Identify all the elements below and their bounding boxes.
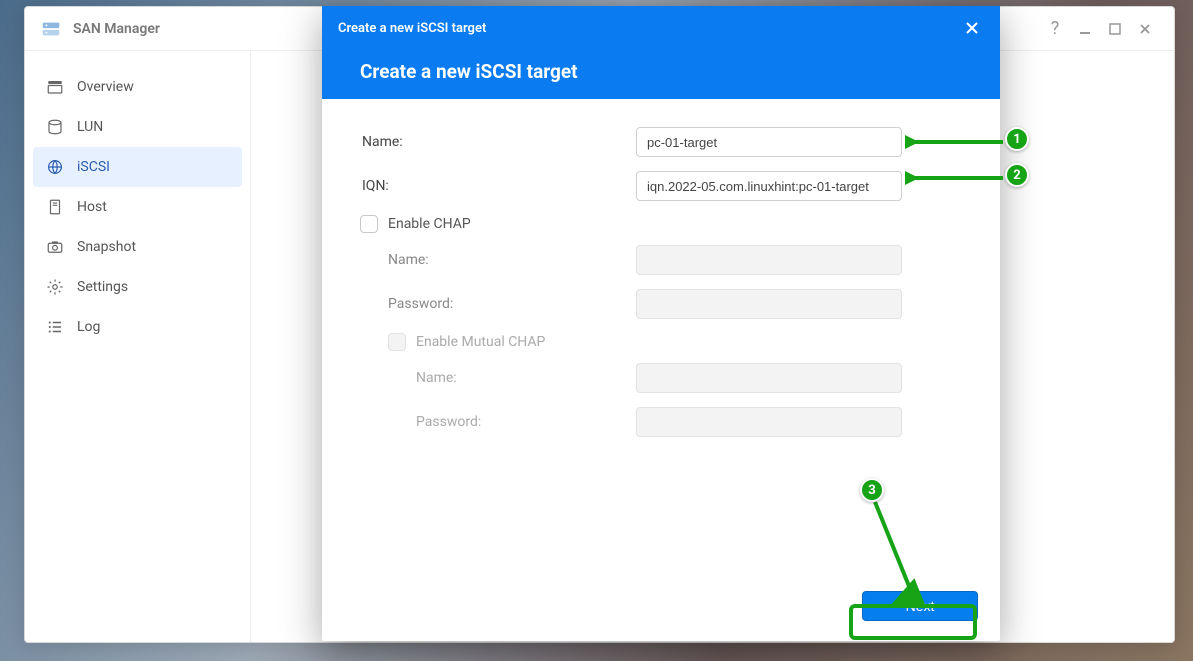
enable-mutual-chap-row: Enable Mutual CHAP xyxy=(360,333,962,351)
enable-mutual-chap-label: Enable Mutual CHAP xyxy=(416,334,545,350)
chap-name-input xyxy=(636,245,902,275)
sidebar-item-settings[interactable]: Settings xyxy=(33,267,242,307)
sidebar-item-log[interactable]: Log xyxy=(33,307,242,347)
sidebar-item-label: Snapshot xyxy=(77,239,136,255)
disk-icon xyxy=(45,117,65,137)
sidebar-item-iscsi[interactable]: iSCSI xyxy=(33,147,242,187)
name-label: Name: xyxy=(360,134,636,150)
enable-chap-checkbox[interactable] xyxy=(360,215,378,233)
sidebar-item-label: Host xyxy=(77,199,107,215)
dialog-small-title: Create a new iSCSI target xyxy=(338,21,486,36)
maximize-button[interactable] xyxy=(1100,14,1130,44)
enable-chap-label: Enable CHAP xyxy=(388,216,471,232)
list-icon xyxy=(45,317,65,337)
sidebar-item-host[interactable]: Host xyxy=(33,187,242,227)
chap-password-input xyxy=(636,289,902,319)
name-input[interactable] xyxy=(636,127,902,157)
overview-icon xyxy=(45,77,65,97)
mutual-password-label: Password: xyxy=(360,414,636,430)
minimize-button[interactable] xyxy=(1070,14,1100,44)
host-icon xyxy=(45,197,65,217)
mutual-name-label: Name: xyxy=(360,370,636,386)
enable-chap-row[interactable]: Enable CHAP xyxy=(360,215,962,233)
iqn-input[interactable] xyxy=(636,171,902,201)
dialog-footer: Next xyxy=(322,581,1000,641)
close-dialog-button[interactable] xyxy=(960,16,984,40)
camera-icon xyxy=(45,237,65,257)
sidebar-item-snapshot[interactable]: Snapshot xyxy=(33,227,242,267)
globe-icon xyxy=(45,157,65,177)
dialog-header: Create a new iSCSI target Create a new i… xyxy=(322,6,1000,99)
dialog-body: Name: IQN: Enable CHAP Name: Password: E… xyxy=(322,99,1000,581)
app-icon xyxy=(39,17,63,41)
sidebar-item-label: Settings xyxy=(77,279,128,295)
next-button[interactable]: Next xyxy=(862,591,978,621)
help-button[interactable]: ? xyxy=(1040,14,1070,44)
sidebar-item-label: LUN xyxy=(77,119,103,135)
dialog-big-title: Create a new iSCSI target xyxy=(360,60,984,83)
sidebar-item-overview[interactable]: Overview xyxy=(33,67,242,107)
iqn-label: IQN: xyxy=(360,178,636,194)
enable-mutual-chap-checkbox xyxy=(388,333,406,351)
sidebar-item-label: iSCSI xyxy=(77,159,110,175)
chap-name-label: Name: xyxy=(360,252,636,268)
sidebar-item-label: Overview xyxy=(77,79,134,95)
sidebar-item-label: Log xyxy=(77,319,100,335)
create-iscsi-target-dialog: Create a new iSCSI target Create a new i… xyxy=(322,6,1000,641)
mutual-password-input xyxy=(636,407,902,437)
gear-icon xyxy=(45,277,65,297)
mutual-name-input xyxy=(636,363,902,393)
close-window-button[interactable] xyxy=(1130,14,1160,44)
sidebar: Overview LUN iSCSI Host xyxy=(25,51,251,642)
chap-password-label: Password: xyxy=(360,296,636,312)
sidebar-item-lun[interactable]: LUN xyxy=(33,107,242,147)
